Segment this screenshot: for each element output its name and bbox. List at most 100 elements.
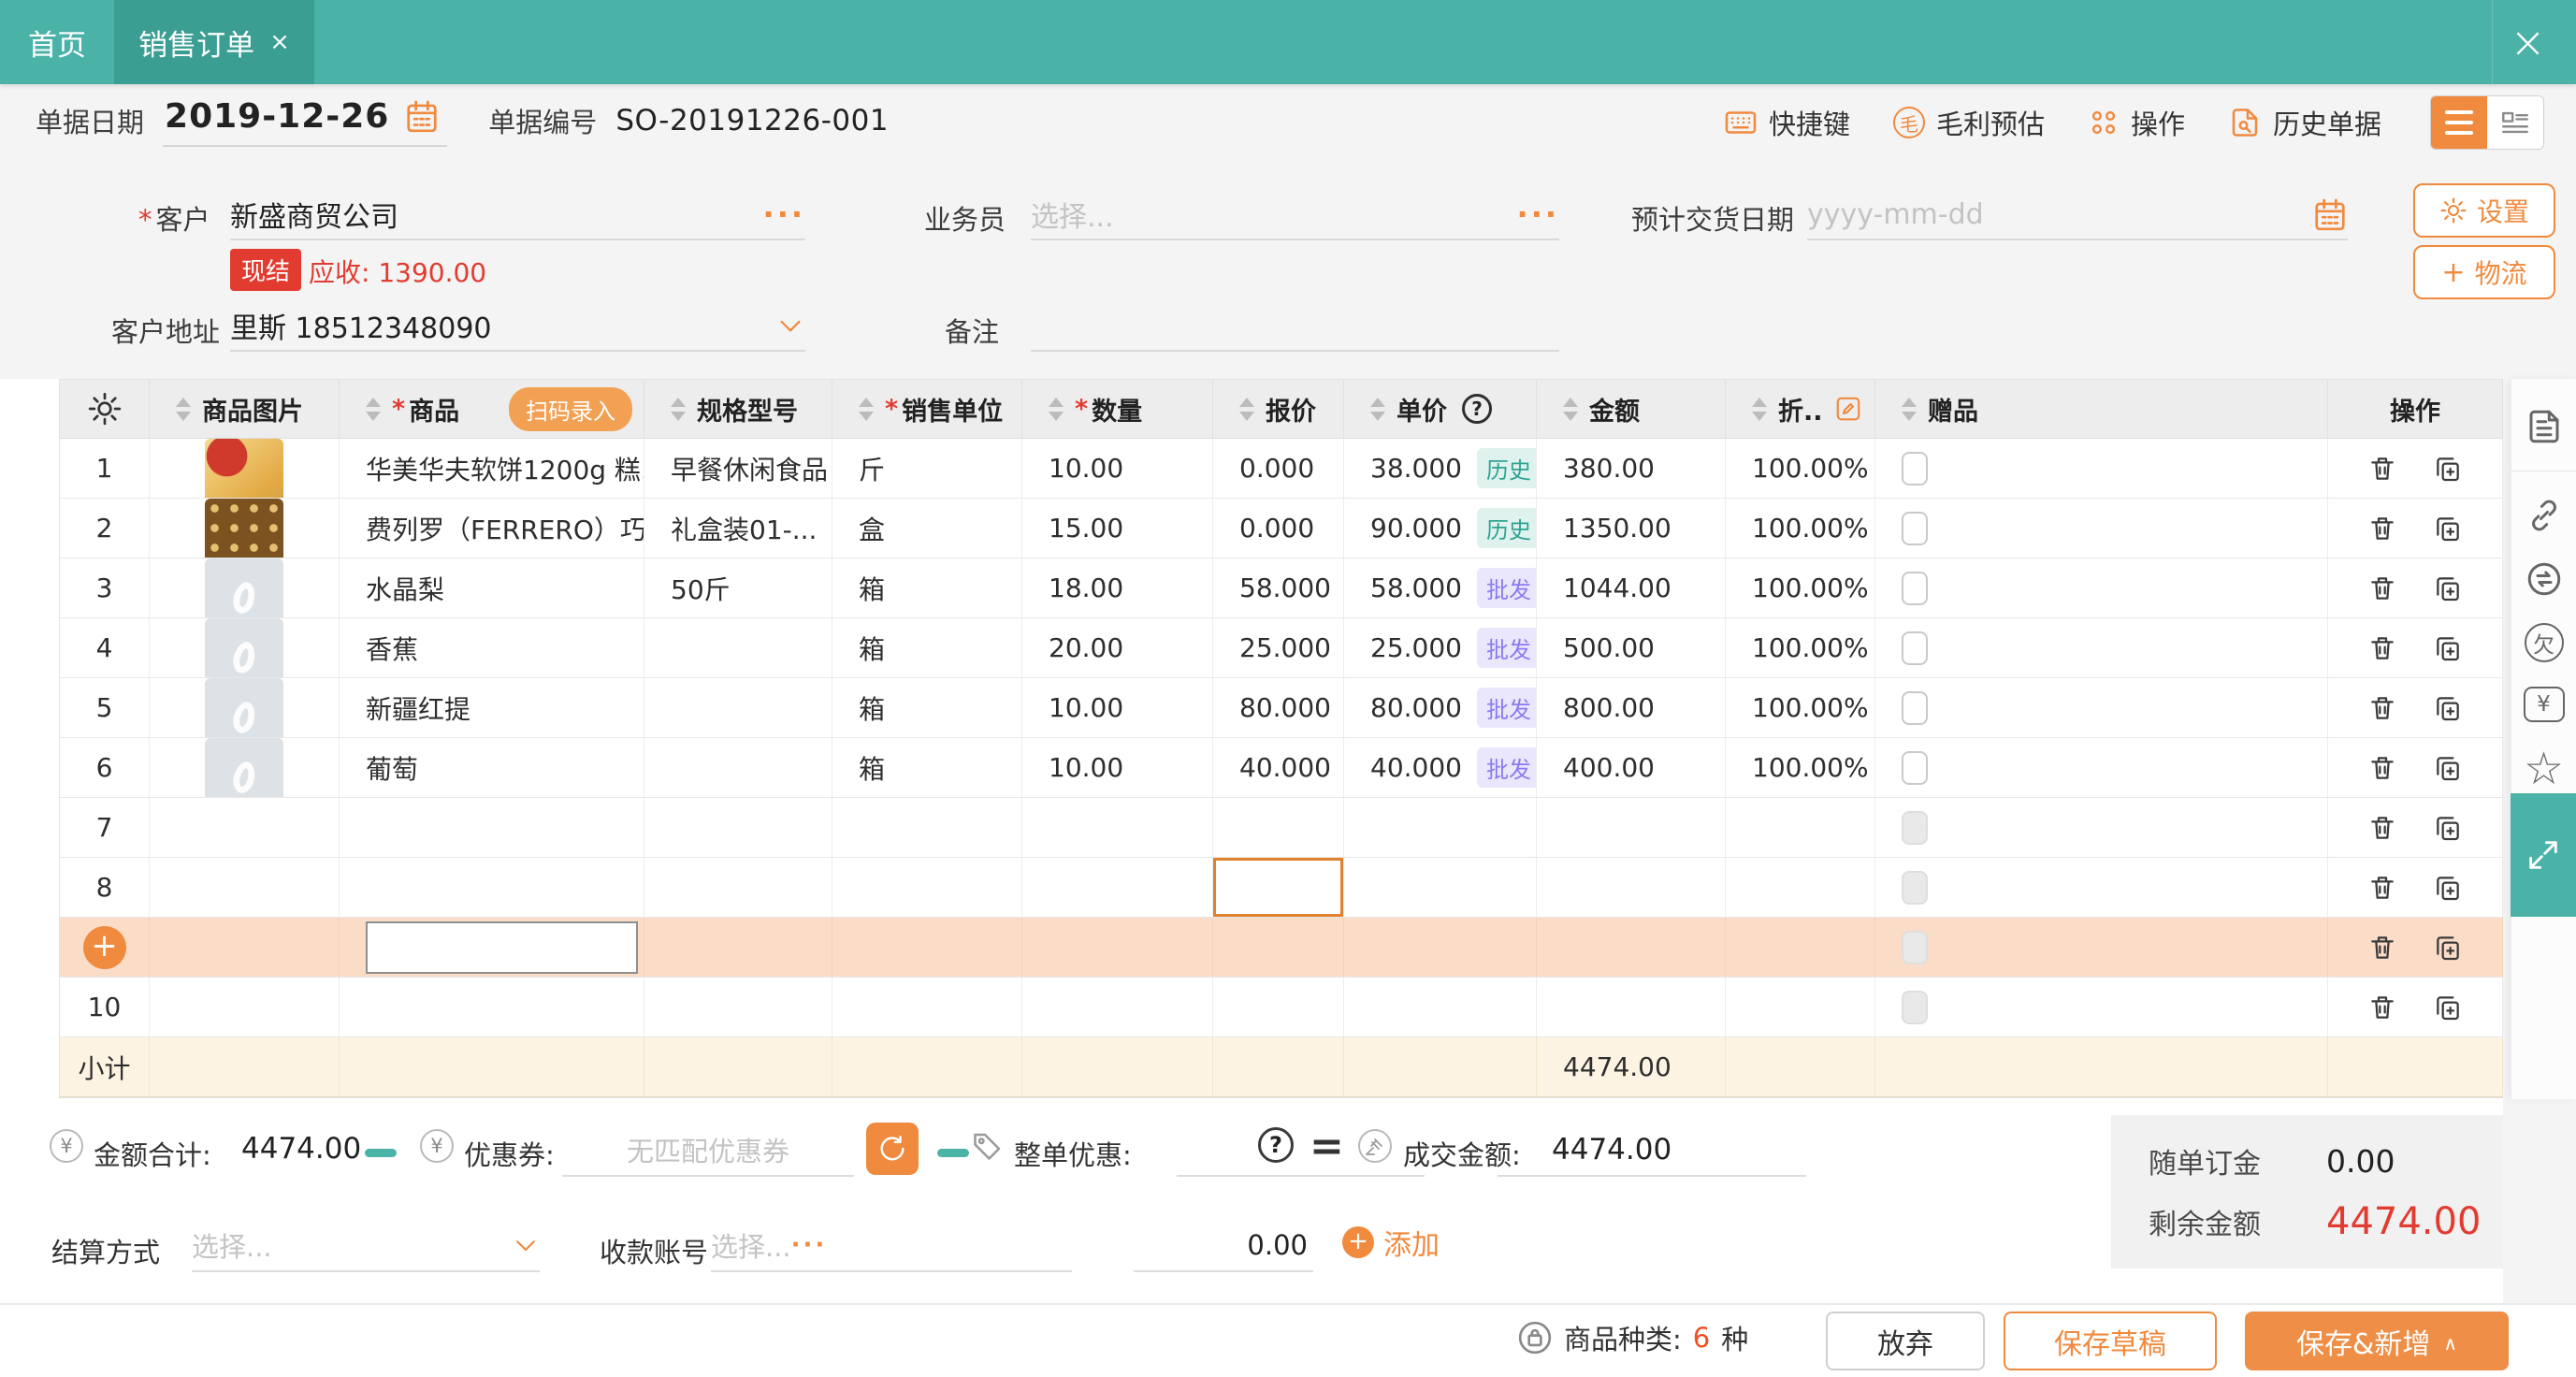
window-close-icon[interactable]: × <box>2492 0 2563 84</box>
discount-cell[interactable]: 100.00% <box>1726 738 1875 797</box>
account-more-icon[interactable]: ··· <box>791 1231 828 1259</box>
card-view-button[interactable] <box>2487 96 2543 149</box>
spec-cell[interactable] <box>644 618 832 677</box>
product-name-cell[interactable]: 华美华夫软饼1200g 糕... <box>340 439 644 498</box>
col-header-单价[interactable]: 单价? <box>1344 380 1537 438</box>
amount-cell[interactable] <box>1537 858 1726 917</box>
sort-icon[interactable] <box>859 397 874 421</box>
edit-discount-icon[interactable] <box>1834 395 1862 423</box>
settle-method-select[interactable]: 选择... <box>192 1220 540 1272</box>
profit-estimate-button[interactable]: 毛 毛利预估 <box>1892 103 2045 142</box>
unit-cell[interactable] <box>832 918 1022 977</box>
price-cell[interactable]: 38.000 历史 <box>1344 439 1537 498</box>
gift-checkbox[interactable] <box>1902 690 1928 725</box>
remark-field[interactable] <box>1031 301 1559 352</box>
amount-cell[interactable]: 380.00 <box>1537 439 1726 498</box>
gift-checkbox[interactable] <box>1902 511 1928 545</box>
qty-cell[interactable]: 20.00 <box>1022 618 1213 677</box>
spec-cell[interactable] <box>644 918 832 977</box>
star-icon[interactable]: ☆ <box>2524 746 2564 791</box>
chevron-down-icon[interactable] <box>512 1231 540 1259</box>
refresh-coupon-button[interactable] <box>866 1123 919 1175</box>
amount-cell[interactable] <box>1537 918 1726 977</box>
quote-cell[interactable]: 80.000 <box>1213 678 1344 737</box>
scan-entry-button[interactable]: 扫码录入 <box>509 386 632 431</box>
account-select[interactable]: 选择... ··· <box>711 1220 1072 1272</box>
amount-cell[interactable]: 400.00 <box>1537 738 1726 797</box>
calendar-icon[interactable] <box>404 98 440 134</box>
delivery-date-field[interactable]: yyyy-mm-dd <box>1807 190 2348 240</box>
spec-cell[interactable]: 50斤 <box>644 558 832 617</box>
qty-cell[interactable]: 10.00 <box>1022 678 1213 737</box>
gift-checkbox[interactable] <box>1902 810 1928 845</box>
sort-icon[interactable] <box>176 397 191 421</box>
price-cell[interactable] <box>1344 978 1537 1036</box>
cancel-button[interactable]: 放弃 <box>1826 1312 1985 1370</box>
copy-row-icon[interactable] <box>2433 993 2463 1022</box>
chevron-down-icon[interactable] <box>775 311 805 341</box>
gift-checkbox[interactable] <box>1902 571 1928 605</box>
unit-cell[interactable]: 箱 <box>832 738 1022 797</box>
unit-cell[interactable]: 盒 <box>832 499 1022 558</box>
col-header-报价[interactable]: 报价 <box>1213 380 1344 438</box>
discount-cell[interactable]: 100.00% <box>1726 558 1875 617</box>
price-cell[interactable]: 40.000 批发 <box>1344 738 1537 797</box>
discount-cell[interactable] <box>1726 858 1875 917</box>
address-value[interactable]: 里斯 18512348090 <box>230 305 775 346</box>
product-name-cell[interactable]: 葡萄 <box>340 738 644 797</box>
spec-cell[interactable] <box>644 738 832 797</box>
gift-checkbox[interactable] <box>1902 870 1928 905</box>
unit-cell[interactable] <box>832 858 1022 917</box>
quote-cell[interactable] <box>1213 798 1344 857</box>
sort-icon[interactable] <box>1370 397 1385 421</box>
price-cell[interactable]: 80.000 批发 <box>1344 678 1537 737</box>
discount-cell[interactable] <box>1726 798 1875 857</box>
product-name-cell[interactable]: 费列罗（FERRERO）巧... <box>340 499 644 558</box>
col-header-数量[interactable]: * 数量 <box>1022 380 1213 438</box>
sort-icon[interactable] <box>1239 397 1254 421</box>
delete-row-icon[interactable] <box>2367 813 2397 843</box>
tab-home[interactable]: 首页 <box>0 0 114 84</box>
copy-row-icon[interactable] <box>2433 693 2463 723</box>
coupon-field[interactable]: 无匹配优惠券 <box>562 1124 854 1177</box>
delete-row-icon[interactable] <box>2367 693 2397 723</box>
spec-cell[interactable] <box>644 978 832 1036</box>
unit-cell[interactable] <box>832 798 1022 857</box>
product-name-cell[interactable]: 香蕉 <box>340 618 644 677</box>
col-header-折..[interactable]: 折.. <box>1726 380 1875 438</box>
delete-row-icon[interactable] <box>2367 753 2397 783</box>
address-field[interactable]: 里斯 18512348090 <box>230 301 805 352</box>
gift-checkbox[interactable] <box>1902 451 1928 486</box>
unit-cell[interactable] <box>832 978 1022 1036</box>
customer-more-icon[interactable]: ··· <box>763 196 805 232</box>
shortcut-keys-button[interactable]: 快捷键 <box>1724 103 1850 142</box>
quote-cell[interactable] <box>1213 918 1344 977</box>
date-field[interactable]: 2019-12-26 <box>163 95 448 147</box>
spec-cell[interactable]: 礼盒装01-... <box>644 499 832 558</box>
gift-checkbox[interactable] <box>1902 930 1928 964</box>
product-name-cell[interactable] <box>340 918 644 977</box>
unit-cell[interactable]: 箱 <box>832 678 1022 737</box>
logistics-button[interactable]: + 物流 <box>2413 245 2555 299</box>
debt-icon[interactable]: 欠 <box>2524 623 2564 662</box>
product-entry-input[interactable] <box>366 920 638 974</box>
gift-checkbox[interactable] <box>1902 750 1928 785</box>
price-cell[interactable] <box>1344 918 1537 977</box>
discount-cell[interactable]: 100.00% <box>1726 618 1875 677</box>
qty-cell[interactable] <box>1022 918 1213 977</box>
unit-cell[interactable]: 斤 <box>832 439 1022 498</box>
sort-icon[interactable] <box>366 397 381 421</box>
unit-cell[interactable]: 箱 <box>832 618 1022 677</box>
price-cell[interactable]: 90.000 历史 <box>1344 499 1537 558</box>
col-header-赠品[interactable]: 赠品 <box>1875 380 2328 438</box>
save-and-new-button[interactable]: 保存&新增 ∧ <box>2245 1312 2509 1370</box>
col-header-商品图片[interactable]: 商品图片 <box>150 380 340 438</box>
qty-cell[interactable] <box>1022 858 1213 917</box>
amount-cell[interactable]: 1350.00 <box>1537 499 1726 558</box>
product-name-cell[interactable]: 新疆红提 <box>340 678 644 737</box>
qty-cell[interactable]: 18.00 <box>1022 558 1213 617</box>
discount-cell[interactable]: 100.00% <box>1726 499 1875 558</box>
add-payment-button[interactable]: + 添加 <box>1342 1222 1440 1263</box>
quote-cell[interactable] <box>1213 858 1344 917</box>
delete-row-icon[interactable] <box>2367 933 2397 963</box>
